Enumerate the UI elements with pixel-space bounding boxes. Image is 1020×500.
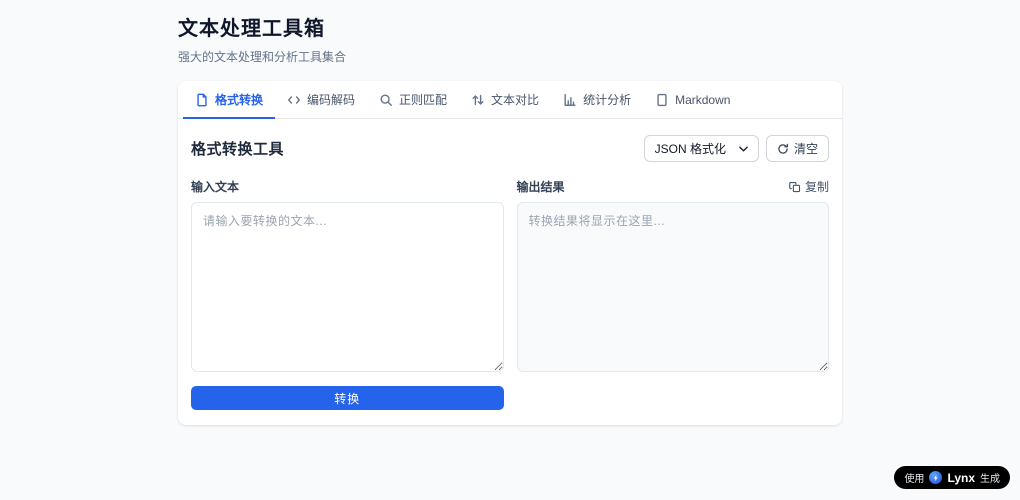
badge-suffix: 生成	[980, 474, 1000, 485]
tab-panel-format-convert: 格式转换工具 JSON 格式化 清空 输入文本 请输入要转换的文本... 转换 …	[178, 119, 842, 425]
io-grid: 输入文本 转换 输出结果 复制	[191, 177, 829, 410]
tab-regex-match[interactable]: 正则匹配	[367, 81, 459, 119]
copy-button-label: 复制	[804, 180, 829, 194]
copy-button[interactable]: 复制	[789, 178, 829, 195]
page-title: 文本处理工具箱	[178, 18, 325, 40]
code-icon	[287, 93, 301, 107]
output-textarea[interactable]	[516, 202, 829, 372]
tab-label: 统计分析	[583, 93, 632, 107]
chevron-down-icon	[739, 145, 748, 152]
output-field-head: 输出结果 复制	[517, 177, 830, 196]
tool-card: 格式转换 编码解码 正则匹配 文本对比 统计分析 Markdown 格式转换工具…	[178, 81, 842, 425]
tab-markdown[interactable]: Markdown	[643, 81, 742, 119]
made-with-badge[interactable]: 使用 Lynx 生成	[894, 466, 1010, 489]
swap-arrows-icon	[471, 93, 485, 107]
copy-icon	[789, 181, 801, 193]
input-textarea[interactable]	[191, 202, 504, 372]
output-label: 输出结果	[516, 180, 565, 194]
tab-label: Markdown	[675, 92, 731, 107]
page-subtitle: 强大的文本处理和分析工具集合	[178, 50, 347, 64]
file-icon	[195, 93, 209, 107]
panel-header: 格式转换工具 JSON 格式化 清空	[191, 135, 829, 162]
input-label: 输入文本	[191, 180, 240, 194]
format-select-value: JSON 格式化	[654, 142, 726, 156]
badge-prefix: 使用	[904, 474, 925, 485]
tab-label: 文本对比	[491, 93, 540, 107]
search-icon	[379, 93, 393, 107]
tab-statistics[interactable]: 统计分析	[551, 81, 643, 119]
tab-text-diff[interactable]: 文本对比	[459, 81, 551, 119]
clear-button-label: 清空	[793, 142, 818, 156]
input-column: 输入文本 转换	[191, 177, 504, 410]
tab-label: 格式转换	[215, 93, 264, 107]
badge-brand: Lynx	[947, 470, 975, 485]
section-title: 格式转换工具	[191, 141, 285, 158]
input-field-head: 输入文本	[191, 177, 504, 196]
tab-encode-decode[interactable]: 编码解码	[275, 81, 367, 119]
refresh-icon	[777, 143, 789, 155]
bar-chart-icon	[563, 93, 577, 107]
book-icon	[655, 93, 669, 107]
lynx-logo-icon	[929, 471, 943, 484]
tab-bar: 格式转换 编码解码 正则匹配 文本对比 统计分析 Markdown	[178, 81, 842, 119]
format-select[interactable]: JSON 格式化	[643, 135, 759, 162]
tab-format-convert[interactable]: 格式转换	[183, 81, 276, 119]
output-column: 输出结果 复制	[516, 177, 830, 410]
main-container: 文本处理工具箱 强大的文本处理和分析工具集合 格式转换 编码解码 正则匹配 文本…	[178, 0, 842, 425]
tab-label: 正则匹配	[399, 93, 448, 107]
convert-button[interactable]: 转换	[191, 386, 504, 410]
panel-controls: JSON 格式化 清空	[643, 135, 829, 162]
tab-label: 编码解码	[307, 93, 356, 107]
clear-button[interactable]: 清空	[765, 135, 829, 162]
